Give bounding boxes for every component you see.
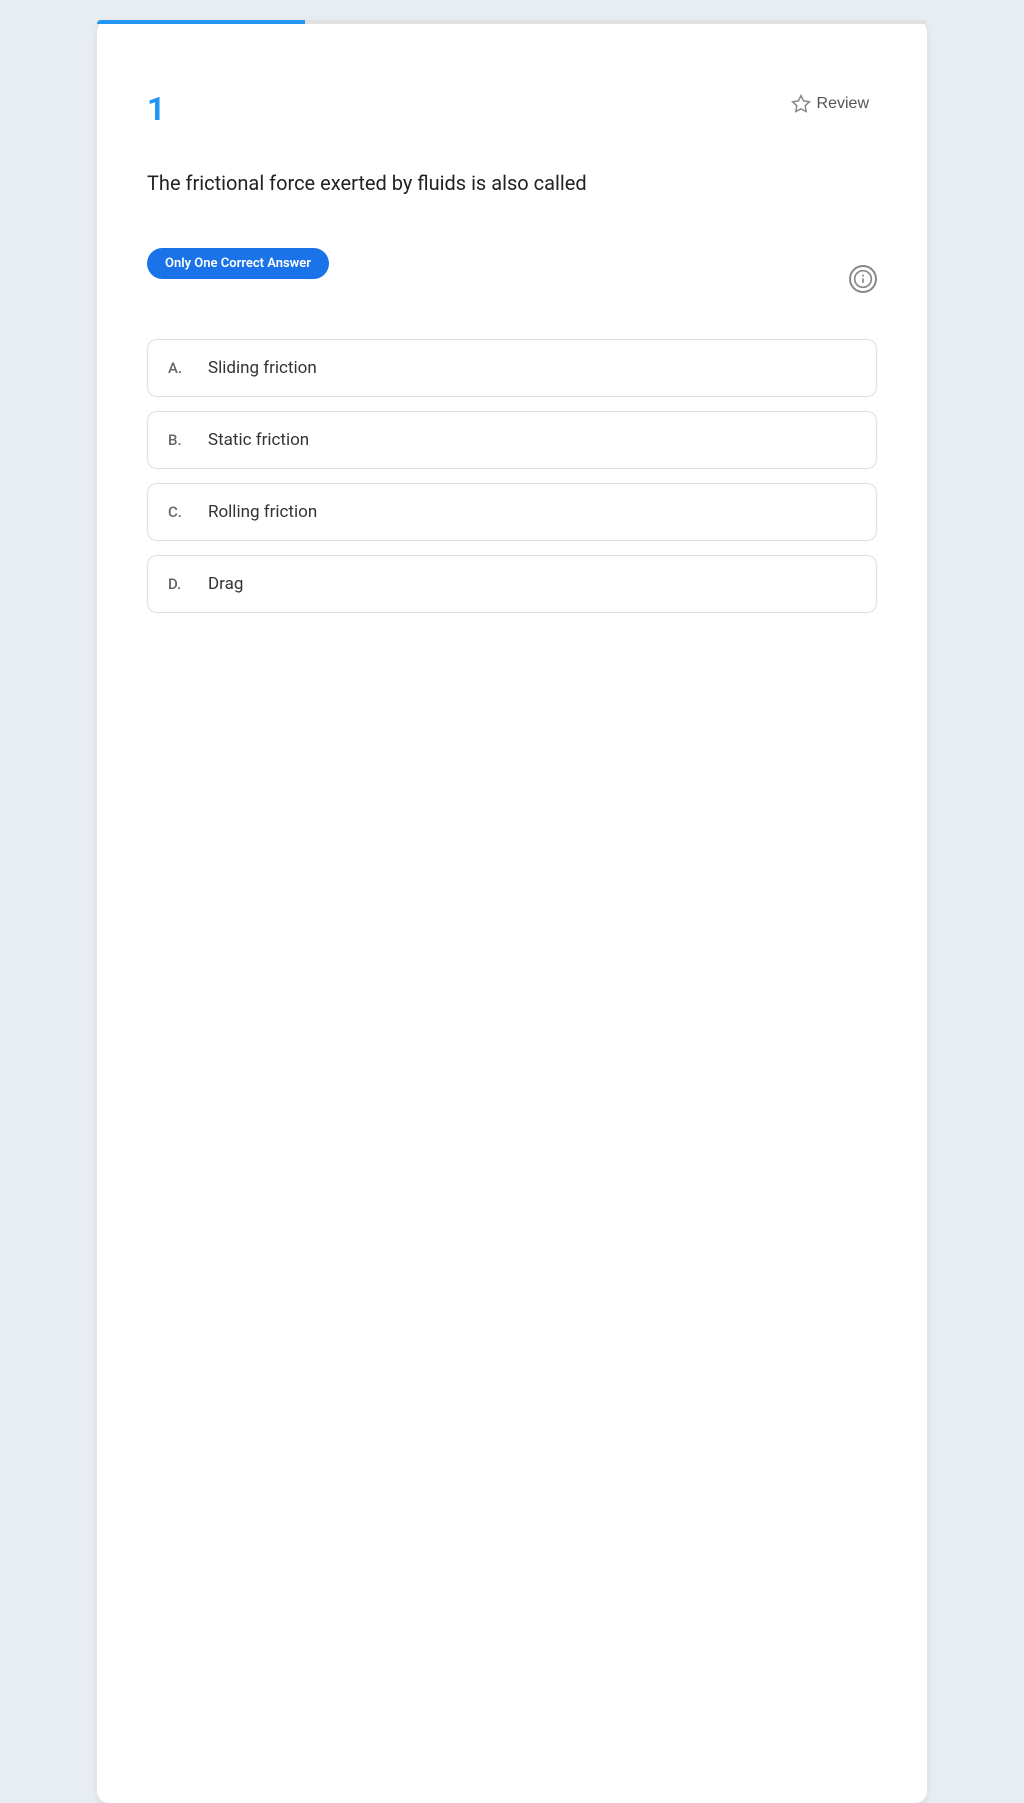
progress-bar-fill <box>97 20 305 24</box>
answer-type-badge: Only One Correct Answer <box>147 248 329 279</box>
progress-bar-container <box>97 20 927 24</box>
badge-info-row: Only One Correct Answer <box>147 248 877 309</box>
option-item-1[interactable]: B. Static friction <box>147 411 877 469</box>
option-text-0: Sliding friction <box>208 358 317 378</box>
option-text-3: Drag <box>208 574 243 594</box>
info-icon[interactable] <box>849 265 877 293</box>
page-container: 1 Review The frictional force exerted by… <box>0 0 1024 1803</box>
question-header: 1 Review <box>147 90 877 128</box>
star-icon <box>791 94 811 114</box>
review-label: Review <box>817 95 869 113</box>
review-button[interactable]: Review <box>783 90 877 118</box>
option-letter-3: D. <box>168 575 198 593</box>
options-section: A. Sliding friction B. Static friction C. Rol… <box>147 339 877 613</box>
option-text-1: Static friction <box>208 430 309 450</box>
question-card: 1 Review The frictional force exerted by… <box>97 20 927 1803</box>
option-letter-1: B. <box>168 431 198 449</box>
question-text: The frictional force exerted by fluids i… <box>147 168 877 198</box>
option-letter-0: A. <box>168 359 198 377</box>
option-item-2[interactable]: C. Rolling friction <box>147 483 877 541</box>
question-number: 1 <box>147 90 165 128</box>
option-item-0[interactable]: A. Sliding friction <box>147 339 877 397</box>
option-letter-2: C. <box>168 503 198 521</box>
option-item-3[interactable]: D. Drag <box>147 555 877 613</box>
option-text-2: Rolling friction <box>208 502 317 522</box>
